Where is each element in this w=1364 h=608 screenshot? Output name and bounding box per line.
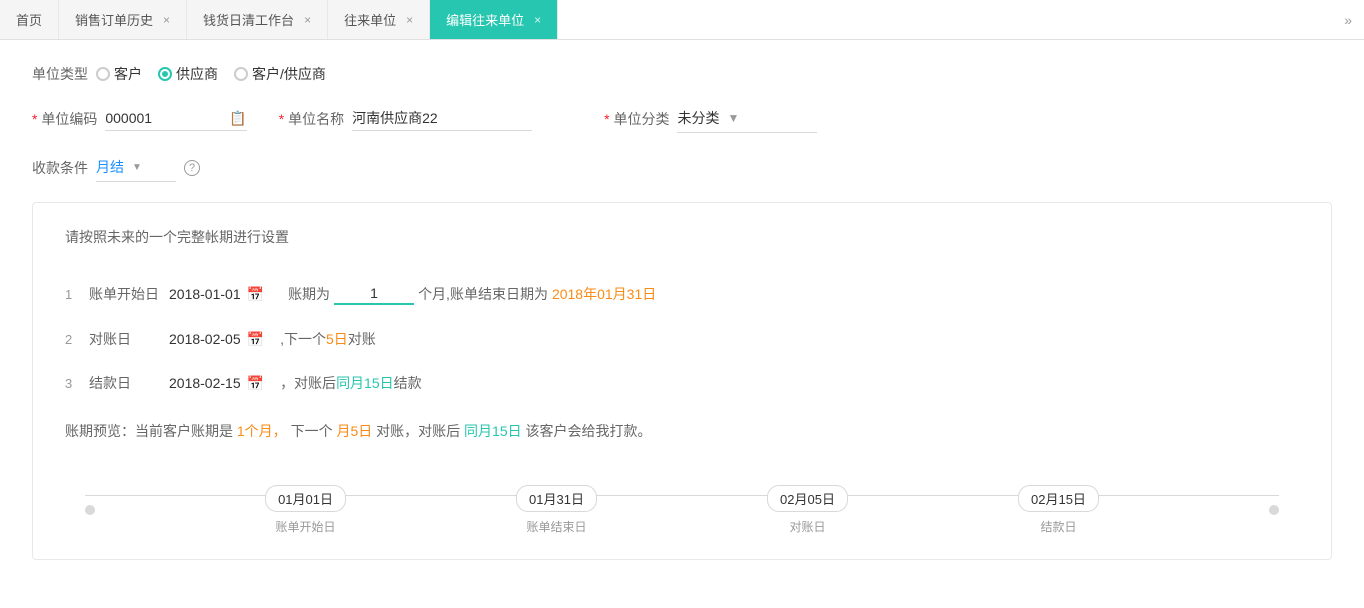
radio-both-circle — [234, 67, 248, 81]
step-2-date-value: 2018-02-05 — [169, 331, 241, 347]
preview-pay: 同月15日 — [464, 423, 522, 439]
unit-name-label: 单位名称 — [279, 109, 344, 129]
tab-partner-close[interactable]: × — [406, 13, 413, 27]
step-2-name: 对账日 — [89, 329, 169, 349]
step-1-period-input[interactable] — [334, 283, 414, 305]
timeline-label-3: 对账日 — [789, 518, 825, 535]
step-2-number: 2 — [65, 332, 89, 347]
payment-terms-select[interactable]: 月结 ▼ — [96, 153, 176, 182]
step-1-calendar[interactable]: 📅 — [247, 286, 264, 303]
step-1-row: 1 账单开始日 2018-01-01 📅 账期为 个月,账单结束日期为 2018… — [65, 271, 1299, 317]
payment-terms-row: 收款条件 月结 ▼ ? — [32, 153, 1332, 182]
main-content: 单位类型 客户 供应商 客户/供应商 单位编码 — [0, 40, 1364, 608]
timeline-right-dot — [1269, 505, 1279, 515]
payment-terms-field: 收款条件 月结 ▼ ? — [32, 153, 200, 182]
timeline-node-3: 02月05日 对账日 — [767, 485, 848, 535]
radio-both[interactable]: 客户/供应商 — [234, 64, 326, 84]
unit-category-value: 未分类 — [677, 108, 719, 128]
billing-panel: 请按照未来的一个完整帐期进行设置 1 账单开始日 2018-01-01 📅 账期… — [32, 202, 1332, 560]
unit-code-input[interactable] — [105, 106, 225, 130]
step-1-period-label: 账期为 — [288, 284, 330, 304]
panel-instruction: 请按照未来的一个完整帐期进行设置 — [65, 227, 1299, 247]
payment-terms-arrow: ▼ — [132, 162, 142, 173]
step-3-number: 3 — [65, 376, 89, 391]
timeline: 01月01日 账单开始日 01月31日 账单结束日 02月05日 对账日 02月… — [65, 465, 1299, 535]
tab-expand-button[interactable]: » — [1332, 0, 1364, 39]
tab-cash-work[interactable]: 钱货日清工作台 × — [187, 0, 328, 39]
preview-reconcile-prefix: 下一个 — [291, 423, 333, 439]
unit-type-field: 单位类型 客户 供应商 客户/供应商 — [32, 64, 326, 84]
step-2-desc-prefix: ,下一个 — [280, 329, 326, 349]
preview-reconcile: 月5日 — [336, 423, 372, 439]
timeline-label-2: 账单结束日 — [527, 518, 587, 535]
step-1-period-unit: 个月,账单结束日期为 — [418, 284, 548, 304]
step-2-calendar[interactable]: 📅 — [247, 331, 264, 348]
tab-cash-work-close[interactable]: × — [304, 13, 311, 27]
timeline-badge-4: 02月15日 — [1018, 485, 1099, 512]
radio-customer[interactable]: 客户 — [96, 64, 142, 84]
tab-home[interactable]: 首页 — [0, 0, 59, 39]
tab-partner[interactable]: 往来单位 × — [328, 0, 430, 39]
tab-edit-partner[interactable]: 编辑往来单位 × — [430, 0, 558, 39]
tab-bar: 首页 销售订单历史 × 钱货日清工作台 × 往来单位 × 编辑往来单位 × » — [0, 0, 1364, 40]
radio-supplier[interactable]: 供应商 — [158, 64, 218, 84]
step-3-calendar[interactable]: 📅 — [247, 375, 264, 392]
timeline-label-4: 结款日 — [1040, 518, 1076, 535]
unit-name-field: 单位名称 — [279, 106, 532, 131]
step-3-date: 2018-02-15 📅 — [169, 375, 264, 392]
step-2-desc-suffix: 对账 — [348, 329, 376, 349]
step-3-desc: ，对账后 同月15日 结款 — [280, 373, 422, 393]
payment-terms-label: 收款条件 — [32, 158, 88, 178]
timeline-badge-1: 01月01日 — [265, 485, 346, 512]
unit-category-field: 单位分类 未分类 ▼ — [604, 104, 817, 133]
tab-sales-history-close[interactable]: × — [163, 13, 170, 27]
preview-text: 账期预览：当前客户账期是 1个月， 下一个 月5日 对账，对账后 同月15日 该… — [65, 421, 1299, 441]
radio-customer-circle — [96, 67, 110, 81]
step-3-row: 3 结款日 2018-02-15 📅 ，对账后 同月15日 结款 — [65, 361, 1299, 405]
preview-prefix: 账期预览：当前客户账期是 — [65, 423, 233, 439]
radio-group: 客户 供应商 客户/供应商 — [96, 64, 326, 84]
timeline-node-1: 01月01日 账单开始日 — [265, 485, 346, 535]
timeline-node-2: 01月31日 账单结束日 — [516, 485, 597, 535]
step-2-desc: ,下一个 5日 对账 — [280, 329, 376, 349]
unit-info-row: 单位编码 📋 单位名称 单位分类 未分类 ▼ — [32, 104, 1332, 133]
unit-name-input[interactable] — [352, 106, 532, 131]
step-1-end-date: 2018年01月31日 — [552, 284, 656, 304]
unit-type-row: 单位类型 客户 供应商 客户/供应商 — [32, 64, 1332, 84]
timeline-badge-2: 01月31日 — [516, 485, 597, 512]
timeline-label-1: 账单开始日 — [276, 518, 336, 535]
step-1-date: 2018-01-01 📅 — [169, 286, 264, 303]
radio-supplier-circle — [158, 67, 172, 81]
unit-category-label: 单位分类 — [604, 109, 669, 129]
preview-reconcile-suffix: 对账，对账后 — [376, 423, 460, 439]
step-3-desc-prefix: ，对账后 — [280, 373, 336, 393]
tab-sales-history[interactable]: 销售订单历史 × — [59, 0, 187, 39]
unit-type-label: 单位类型 — [32, 64, 88, 84]
step-3-desc-suffix: 结款 — [394, 373, 422, 393]
unit-code-label: 单位编码 — [32, 109, 97, 129]
unit-category-arrow: ▼ — [727, 111, 739, 125]
step-3-date-value: 2018-02-15 — [169, 375, 241, 391]
timeline-left-dot — [85, 505, 95, 515]
step-2-date: 2018-02-05 📅 — [169, 331, 264, 348]
step-1-desc: 账期为 个月,账单结束日期为 2018年01月31日 — [288, 283, 656, 305]
step-1-number: 1 — [65, 287, 89, 302]
tab-edit-partner-close[interactable]: × — [534, 13, 541, 27]
step-1-name: 账单开始日 — [89, 284, 169, 304]
unit-code-icon[interactable]: 📋 — [229, 110, 246, 127]
step-3-name: 结款日 — [89, 373, 169, 393]
step-3-desc-highlight: 同月15日 — [336, 373, 394, 393]
timeline-badge-3: 02月05日 — [767, 485, 848, 512]
payment-terms-value: 月结 — [96, 157, 124, 177]
unit-category-select[interactable]: 未分类 ▼ — [677, 104, 817, 133]
step-2-desc-highlight: 5日 — [326, 329, 348, 349]
help-icon[interactable]: ? — [184, 160, 200, 176]
step-2-row: 2 对账日 2018-02-05 📅 ,下一个 5日 对账 — [65, 317, 1299, 361]
unit-code-input-wrapper: 📋 — [105, 106, 246, 131]
timeline-node-4: 02月15日 结款日 — [1018, 485, 1099, 535]
unit-code-field: 单位编码 📋 — [32, 106, 247, 131]
preview-months: 1个月， — [237, 423, 287, 439]
preview-suffix: 该客户会给我打款。 — [526, 423, 652, 439]
step-1-date-value: 2018-01-01 — [169, 286, 241, 302]
